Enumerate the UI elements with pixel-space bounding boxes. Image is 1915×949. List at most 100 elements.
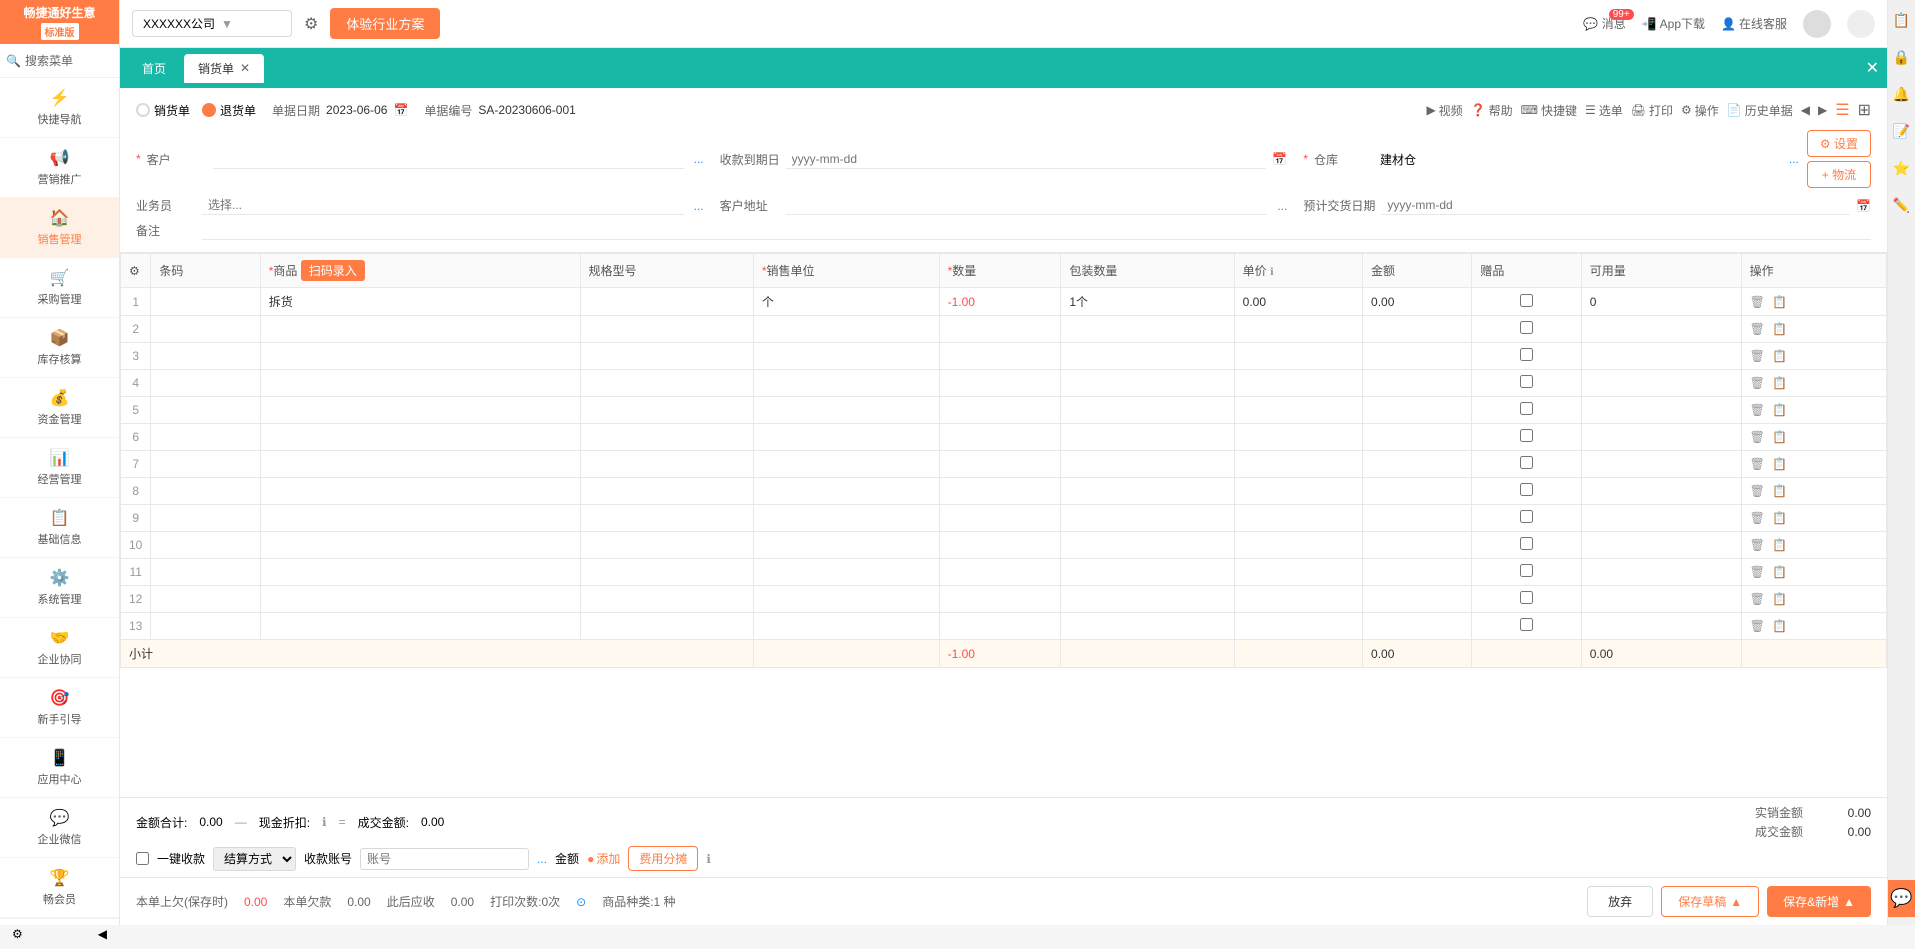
row-copy-icon[interactable]: 📋 — [1772, 619, 1787, 633]
row-price[interactable] — [1234, 532, 1362, 559]
right-panel-bell[interactable]: 🔔 — [1889, 82, 1914, 107]
row-amount[interactable] — [1363, 478, 1472, 505]
trial-button[interactable]: 体验行业方案 — [330, 8, 440, 39]
row-barcode[interactable] — [151, 397, 260, 424]
expected-date-input[interactable] — [1381, 196, 1850, 215]
row-barcode[interactable] — [151, 343, 260, 370]
row-spec[interactable] — [580, 613, 753, 640]
row-barcode[interactable] — [151, 586, 260, 613]
row-qty[interactable] — [939, 505, 1061, 532]
product-types-icon[interactable]: ⊙ — [576, 895, 586, 909]
row-delete-icon[interactable]: 🗑 — [1750, 376, 1765, 390]
row-copy-icon[interactable]: 📋 — [1772, 484, 1787, 498]
row-price[interactable]: 0.00 — [1234, 288, 1362, 316]
row-qty[interactable] — [939, 586, 1061, 613]
row-pkg-qty[interactable] — [1061, 613, 1234, 640]
row-price[interactable] — [1234, 586, 1362, 613]
row-pkg-qty[interactable] — [1061, 532, 1234, 559]
tab-sales-order[interactable]: 销货单 ✕ — [184, 54, 264, 83]
row-unit[interactable] — [753, 397, 939, 424]
price-info-icon[interactable]: ℹ — [1270, 267, 1274, 278]
row-pkg-qty[interactable] — [1061, 316, 1234, 343]
row-pkg-qty[interactable] — [1061, 343, 1234, 370]
right-panel-edit[interactable]: 📝 — [1889, 119, 1914, 144]
row-barcode[interactable] — [151, 478, 260, 505]
toolbar-help[interactable]: ❓ 帮助 — [1471, 102, 1513, 119]
row-pkg-qty[interactable] — [1061, 397, 1234, 424]
due-date-input[interactable] — [786, 150, 1267, 169]
row-unit[interactable]: 个 — [753, 288, 939, 316]
row-amount[interactable] — [1363, 532, 1472, 559]
row-delete-icon[interactable]: 🗑 — [1750, 565, 1765, 579]
row-delete-icon[interactable]: 🗑 — [1750, 484, 1765, 498]
settings-icon[interactable]: ⚙ — [304, 14, 318, 34]
row-copy-icon[interactable]: 📋 — [1772, 295, 1787, 309]
row-product[interactable]: 拆货 — [260, 288, 580, 316]
account-input[interactable] — [360, 848, 529, 870]
row-spec[interactable] — [580, 370, 753, 397]
customer-addr-input[interactable] — [786, 196, 1268, 215]
row-spec[interactable] — [580, 424, 753, 451]
settings-footer-icon[interactable]: ⚙ — [12, 927, 23, 941]
customer-input[interactable] — [213, 150, 684, 169]
nav-next-icon[interactable]: ▶ — [1818, 103, 1827, 117]
row-delete-icon[interactable]: 🗑 — [1750, 538, 1765, 552]
row-pkg-qty[interactable] — [1061, 586, 1234, 613]
row-qty[interactable] — [939, 343, 1061, 370]
row-delete-icon[interactable]: 🗑 — [1750, 295, 1765, 309]
row-unit[interactable] — [753, 532, 939, 559]
customer-addr-lookup-dots[interactable]: ... — [1277, 199, 1287, 213]
row-product[interactable] — [260, 532, 580, 559]
row-gift[interactable] — [1472, 559, 1581, 586]
row-copy-icon[interactable]: 📋 — [1772, 349, 1787, 363]
row-amount[interactable] — [1363, 451, 1472, 478]
row-delete-icon[interactable]: 🗑 — [1750, 349, 1765, 363]
sidebar-item-wechat[interactable]: 💬 企业微信 — [0, 798, 119, 858]
toolbar-print[interactable]: 🖨 打印 — [1631, 102, 1673, 119]
row-gift[interactable] — [1472, 343, 1581, 370]
row-pkg-qty[interactable] — [1061, 559, 1234, 586]
row-qty[interactable] — [939, 316, 1061, 343]
row-amount[interactable] — [1363, 505, 1472, 532]
row-delete-icon[interactable]: 🗑 — [1750, 430, 1765, 444]
row-product[interactable] — [260, 613, 580, 640]
row-product[interactable] — [260, 397, 580, 424]
row-amount[interactable] — [1363, 397, 1472, 424]
row-price[interactable] — [1234, 451, 1362, 478]
row-price[interactable] — [1234, 559, 1362, 586]
add-payment-button[interactable]: ● 添加 — [587, 850, 620, 867]
salesperson-lookup-dots[interactable]: ... — [694, 199, 704, 213]
row-barcode[interactable] — [151, 559, 260, 586]
row-unit[interactable] — [753, 586, 939, 613]
customer-lookup-dots[interactable]: ... — [694, 152, 704, 166]
row-pkg-qty[interactable] — [1061, 478, 1234, 505]
row-product[interactable] — [260, 451, 580, 478]
sidebar-item-enterprise[interactable]: 🤝 企业协同 — [0, 618, 119, 678]
tab-home[interactable]: 首页 — [128, 54, 180, 83]
row-spec[interactable] — [580, 451, 753, 478]
right-panel-notes[interactable]: 📋 — [1889, 8, 1914, 33]
row-barcode[interactable] — [151, 370, 260, 397]
right-panel-star[interactable]: ⭐ — [1889, 156, 1914, 181]
row-qty[interactable]: -1.00 — [939, 288, 1061, 316]
right-panel-bottom-action[interactable]: 💬 — [1888, 880, 1915, 917]
toolbar-shortcut[interactable]: ⌨ 快捷键 — [1521, 102, 1577, 119]
row-price[interactable] — [1234, 424, 1362, 451]
row-amount[interactable] — [1363, 316, 1472, 343]
row-barcode[interactable] — [151, 424, 260, 451]
sidebar-item-finance[interactable]: 💰 资金管理 — [0, 378, 119, 438]
salesperson-input[interactable] — [202, 196, 684, 215]
row-unit[interactable] — [753, 559, 939, 586]
row-price[interactable] — [1234, 478, 1362, 505]
row-price[interactable] — [1234, 343, 1362, 370]
row-product[interactable] — [260, 478, 580, 505]
scan-button[interactable]: 扫码录入 — [301, 260, 365, 281]
row-qty[interactable] — [939, 478, 1061, 505]
row-price[interactable] — [1234, 397, 1362, 424]
row-amount[interactable]: 0.00 — [1363, 288, 1472, 316]
row-gift[interactable] — [1472, 370, 1581, 397]
row-product[interactable] — [260, 370, 580, 397]
user-avatar[interactable] — [1803, 10, 1831, 38]
radio-return[interactable]: 退货单 — [202, 102, 256, 119]
row-gift[interactable] — [1472, 532, 1581, 559]
